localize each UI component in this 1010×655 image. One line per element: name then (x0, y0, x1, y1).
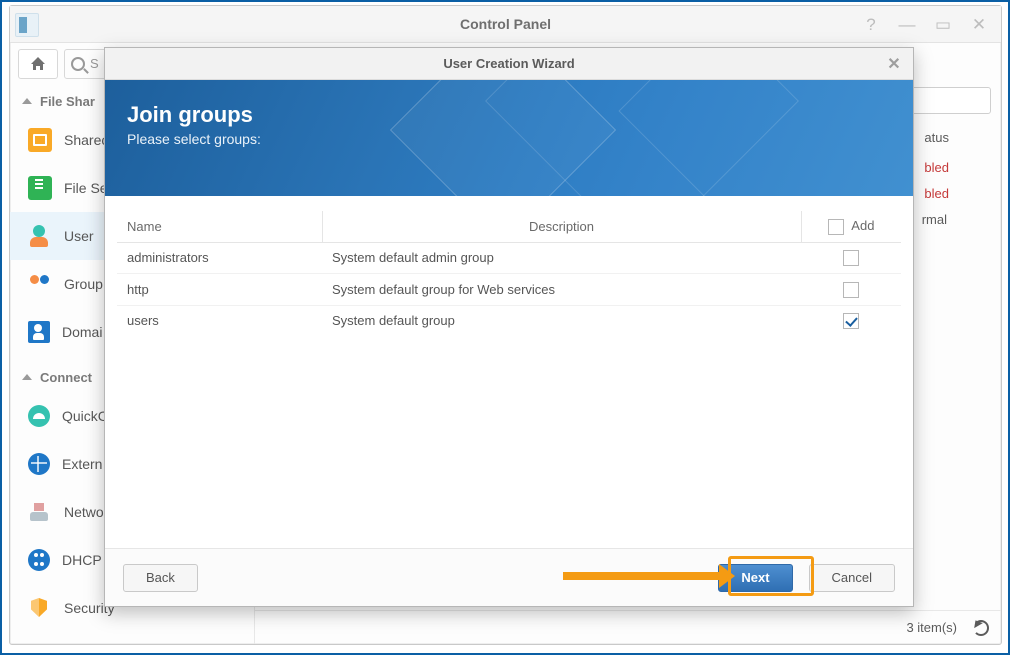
arrow-annotation (563, 572, 723, 580)
dialog-heading: Join groups (127, 102, 891, 128)
help-button[interactable]: ? (853, 6, 889, 43)
home-icon (29, 56, 47, 72)
back-button[interactable]: Back (123, 564, 198, 592)
home-button[interactable] (18, 49, 58, 79)
group-row[interactable]: usersSystem default group (117, 305, 901, 336)
group-add-checkbox[interactable] (843, 313, 859, 329)
column-header-name[interactable]: Name (117, 211, 322, 242)
dialog-footer: Back Next Cancel (105, 548, 913, 606)
close-button[interactable]: ✕ (961, 6, 997, 43)
maximize-button[interactable]: ▭ (925, 6, 961, 43)
dialog-banner: Join groups Please select groups: (105, 80, 913, 196)
dialog-title: User Creation Wizard (443, 56, 574, 71)
window-titlebar: Control Panel ? — ▭ ✕ (10, 6, 1001, 43)
refresh-icon[interactable] (973, 620, 989, 636)
status-bar: 3 item(s) (255, 610, 1001, 644)
group-icon (28, 272, 52, 296)
dialog-body: Name Description Add administratorsSyste… (117, 211, 901, 546)
group-name: administrators (117, 242, 322, 274)
dialog-subheading: Please select groups: (127, 131, 891, 147)
minimize-button[interactable]: — (889, 6, 925, 43)
shield-icon (28, 596, 52, 620)
group-row[interactable]: administratorsSystem default admin group (117, 242, 901, 274)
groups-table: Name Description Add administratorsSyste… (117, 211, 901, 336)
group-desc: System default admin group (322, 242, 801, 274)
search-icon (71, 57, 85, 71)
group-add-checkbox[interactable] (843, 282, 859, 298)
dhcp-icon (28, 549, 50, 571)
dialog-titlebar: User Creation Wizard ✕ (105, 48, 913, 80)
folder-icon (28, 128, 52, 152)
search-text: S (90, 56, 99, 71)
status-value: bled (924, 160, 949, 175)
column-header-description[interactable]: Description (322, 211, 801, 242)
group-row[interactable]: httpSystem default group for Web service… (117, 274, 901, 306)
column-header-status[interactable]: atus (924, 130, 949, 145)
item-count: 3 item(s) (906, 620, 957, 635)
group-name: http (117, 274, 322, 306)
group-name: users (117, 305, 322, 336)
cancel-button[interactable]: Cancel (809, 564, 895, 592)
chevron-up-icon (22, 374, 32, 380)
cloud-icon (28, 405, 50, 427)
chevron-up-icon (22, 98, 32, 104)
user-icon (28, 224, 52, 248)
status-value: rmal (922, 212, 947, 227)
network-icon (28, 500, 52, 524)
group-desc: System default group (322, 305, 801, 336)
column-header-add[interactable]: Add (801, 211, 901, 242)
status-value: bled (924, 186, 949, 201)
group-desc: System default group for Web services (322, 274, 801, 306)
dialog-close-button[interactable]: ✕ (875, 48, 913, 80)
domain-icon (28, 321, 50, 343)
group-add-checkbox[interactable] (843, 250, 859, 266)
user-creation-wizard-dialog: User Creation Wizard ✕ Join groups Pleas… (104, 47, 914, 607)
add-all-checkbox[interactable] (828, 219, 844, 235)
file-services-icon (28, 176, 52, 200)
globe-icon (28, 453, 50, 475)
